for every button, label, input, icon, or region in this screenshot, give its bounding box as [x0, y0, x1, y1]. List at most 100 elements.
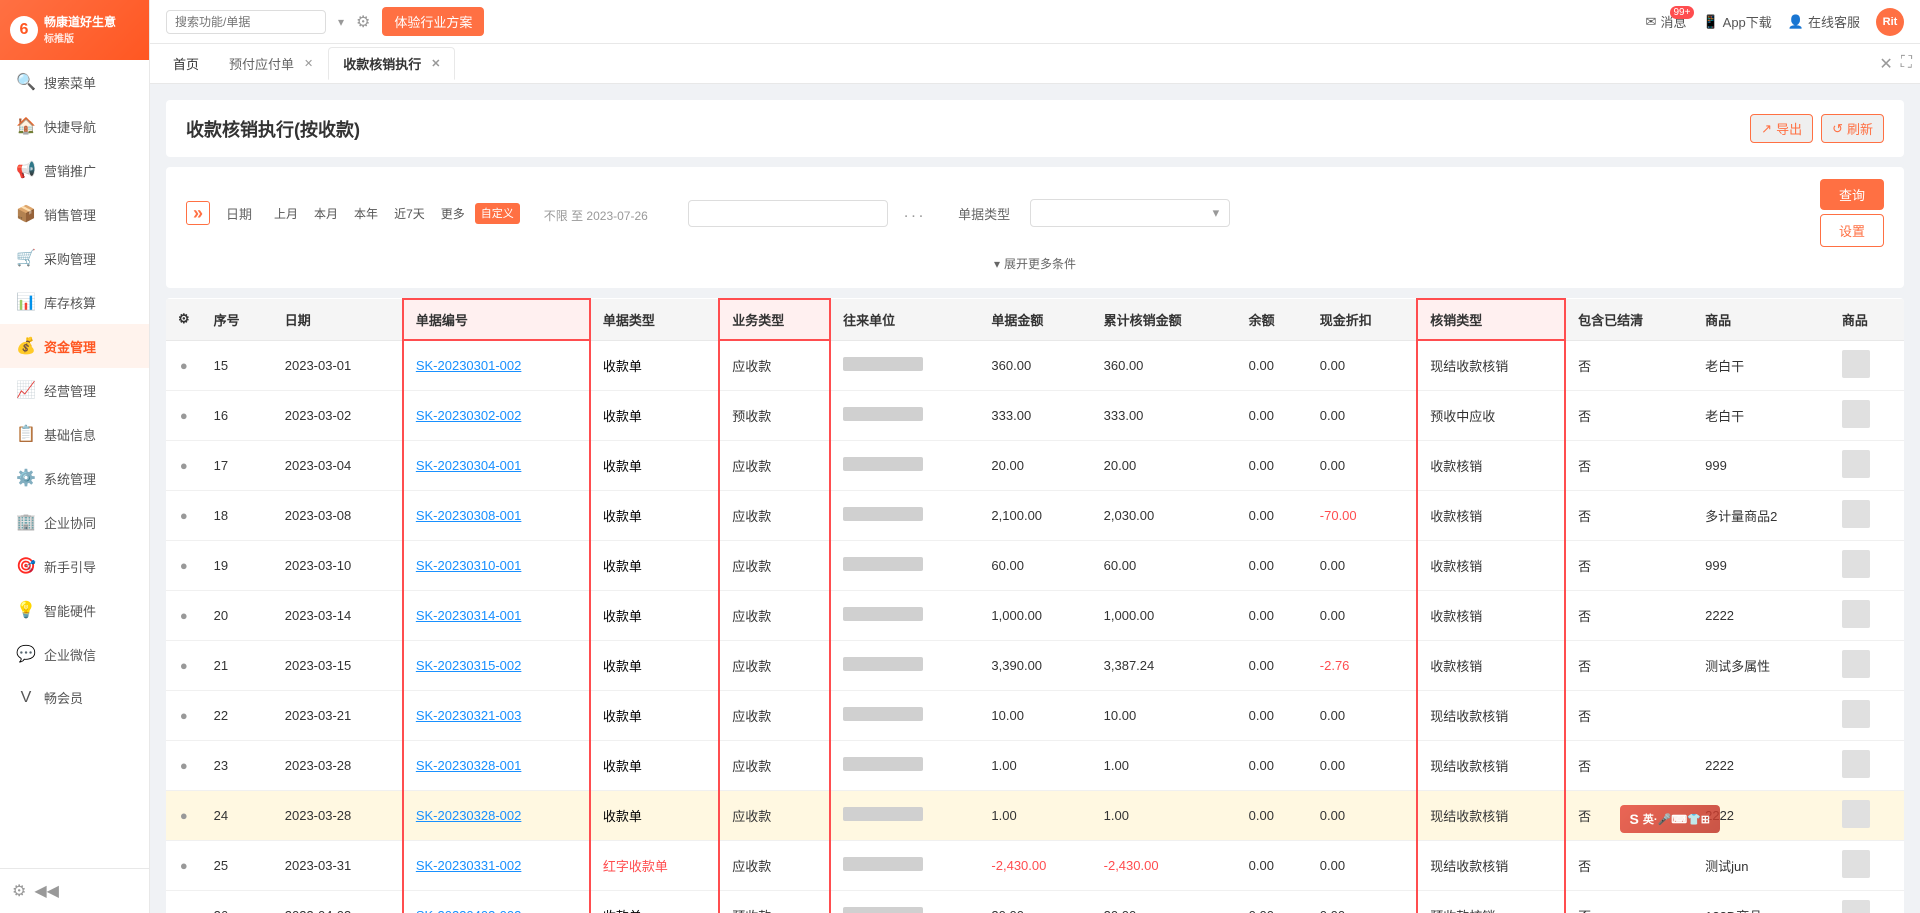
topbar-user-avatar[interactable]: Rit: [1876, 8, 1904, 36]
topbar-gear-icon[interactable]: ⚙: [356, 12, 370, 32]
doc-no-link[interactable]: SK-20230331-002: [416, 858, 522, 873]
tabbar-close-icon[interactable]: ✕: [1879, 54, 1892, 74]
sidebar-item-basic[interactable]: 📋 基础信息: [0, 412, 149, 456]
doc-no-link[interactable]: SK-20230301-002: [416, 358, 522, 373]
td-doc-type: 收款单: [590, 790, 719, 840]
table-row: ● 15 2023-03-01 SK-20230301-002 收款单 应收款 …: [166, 340, 1904, 390]
td-writeoff-amount: 2,030.00: [1092, 490, 1237, 540]
topbar-message[interactable]: ✉ 消息 99+: [1646, 12, 1687, 31]
filter-date-custom[interactable]: 自定义: [475, 203, 520, 224]
refresh-btn[interactable]: ↺ 刷新: [1821, 114, 1884, 143]
tab-prepay-close[interactable]: ✕: [304, 57, 313, 70]
td-date: 2023-03-10: [273, 540, 403, 590]
chevron-down-icon: ▾: [994, 257, 1000, 271]
td-goods-img: [1830, 890, 1904, 913]
td-include-settled: 否: [1565, 690, 1693, 740]
tab-prepay[interactable]: 预付应付单 ✕: [214, 47, 328, 80]
filter-expand-btn[interactable]: »: [186, 201, 210, 225]
tab-home[interactable]: 首页: [158, 47, 214, 80]
td-include-settled: 否: [1565, 840, 1693, 890]
topbar-app-download[interactable]: 📱 App下载: [1702, 12, 1771, 31]
sidebar-item-quick-nav[interactable]: 🏠 快捷导航: [0, 104, 149, 148]
filter-partner-input[interactable]: [688, 200, 888, 227]
td-writeoff-type: 现结收款核销: [1417, 740, 1565, 790]
sidebar-item-wechat[interactable]: 💬 企业微信: [0, 632, 149, 676]
td-seq: 20: [202, 590, 273, 640]
topbar-dropdown-arrow[interactable]: ▾: [338, 15, 344, 29]
sidebar-label-enterprise: 企业协同: [44, 513, 96, 532]
th-doc-amount: 单据金额: [979, 299, 1091, 340]
doc-no-link[interactable]: SK-20230328-001: [416, 758, 522, 773]
filter-expand-more-btn[interactable]: ▾ 展开更多条件: [994, 255, 1076, 272]
th-settings[interactable]: ⚙: [166, 299, 202, 340]
td-doc-type: 收款单: [590, 390, 719, 440]
th-writeoff-type: 核销类型: [1417, 299, 1565, 340]
filter-date-this-year[interactable]: 本年: [348, 203, 384, 224]
filter-date-last-month[interactable]: 上月: [268, 203, 304, 224]
td-partner: [830, 790, 979, 840]
td-doc-type: 收款单: [590, 540, 719, 590]
td-include-settled: 否: [1565, 590, 1693, 640]
sidebar-item-sales[interactable]: 📦 销售管理: [0, 192, 149, 236]
doc-no-link[interactable]: SK-20230321-003: [416, 708, 522, 723]
td-date: 2023-03-31: [273, 840, 403, 890]
sidebar-item-inventory[interactable]: 📊 库存核算: [0, 280, 149, 324]
tab-collection[interactable]: 收款核销执行 ✕: [328, 47, 455, 80]
filter-settings-btn[interactable]: 设置: [1820, 214, 1884, 247]
doc-no-link[interactable]: SK-20230302-002: [416, 408, 522, 423]
doc-no-link[interactable]: SK-20230310-001: [416, 558, 522, 573]
filter-date-this-month[interactable]: 本月: [308, 203, 344, 224]
doc-no-link[interactable]: SK-20230328-002: [416, 808, 522, 823]
td-doc-no: SK-20230310-001: [403, 540, 590, 590]
filter-query-btn[interactable]: 查询: [1820, 179, 1884, 210]
td-balance: 0.00: [1237, 740, 1308, 790]
td-doc-no: SK-20230304-001: [403, 440, 590, 490]
sidebar-item-operation[interactable]: 📈 经营管理: [0, 368, 149, 412]
filter-date-more[interactable]: 更多: [435, 203, 471, 224]
sidebar-item-guide[interactable]: 🎯 新手引导: [0, 544, 149, 588]
sidebar-label-system: 系统管理: [44, 469, 96, 488]
doc-no-link[interactable]: SK-20230315-002: [416, 658, 522, 673]
topbar-search-input[interactable]: [166, 10, 326, 34]
doc-no-link[interactable]: SK-20230314-001: [416, 608, 522, 623]
sidebar-item-marketing[interactable]: 📢 营销推广: [0, 148, 149, 192]
doc-no-link[interactable]: SK-20230308-001: [416, 508, 522, 523]
td-biz-type: 应收款: [719, 640, 830, 690]
message-icon: ✉: [1646, 14, 1657, 30]
td-settings: ●: [166, 390, 202, 440]
sidebar-item-purchase[interactable]: 🛒 采购管理: [0, 236, 149, 280]
sidebar-item-enterprise[interactable]: 🏢 企业协同: [0, 500, 149, 544]
sidebar-item-system[interactable]: ⚙️ 系统管理: [0, 456, 149, 500]
sidebar-item-finance[interactable]: 💰 资金管理: [0, 324, 149, 368]
sidebar-label-inventory: 库存核算: [44, 293, 96, 312]
tabbar-expand-icon[interactable]: ⛶: [1901, 54, 1912, 74]
sidebar-settings-btn[interactable]: ⚙: [12, 881, 26, 901]
td-partner: [830, 440, 979, 490]
td-settings: ●: [166, 590, 202, 640]
td-doc-no: SK-20230315-002: [403, 640, 590, 690]
export-btn[interactable]: ↗ 导出: [1750, 114, 1813, 143]
home-icon: 🏠: [16, 116, 36, 136]
topbar-online-service[interactable]: 👤 在线客服: [1788, 12, 1860, 31]
td-cash-discount: -2.76: [1308, 640, 1417, 690]
filter-doctype-select[interactable]: ▾: [1030, 199, 1230, 227]
filter-date-7days[interactable]: 近7天: [388, 203, 431, 224]
td-partner: [830, 340, 979, 390]
td-date: 2023-03-28: [273, 740, 403, 790]
sidebar-item-member[interactable]: V 畅会员: [0, 676, 149, 719]
td-settings: ●: [166, 790, 202, 840]
td-doc-amount: 2,100.00: [979, 490, 1091, 540]
sales-icon: 📦: [16, 204, 36, 224]
sidebar-collapse-btn[interactable]: ◀◀: [34, 881, 59, 901]
sidebar-label-marketing: 营销推广: [44, 161, 96, 180]
sidebar-item-hardware[interactable]: 💡 智能硬件: [0, 588, 149, 632]
sidebar-item-search[interactable]: 🔍 搜索菜单: [0, 60, 149, 104]
td-biz-type: 应收款: [719, 590, 830, 640]
doc-no-link[interactable]: SK-20230403-002: [416, 908, 522, 913]
industry-btn[interactable]: 体验行业方案: [382, 7, 484, 36]
table-header: ⚙ 序号 日期 单据编号 单据类型 业务类型 往来单位 单据金额 累计核销金额 …: [166, 299, 1904, 340]
sidebar-label-search: 搜索菜单: [44, 73, 96, 92]
td-include-settled: 否: [1565, 740, 1693, 790]
doc-no-link[interactable]: SK-20230304-001: [416, 458, 522, 473]
tab-collection-close[interactable]: ✕: [431, 57, 440, 70]
